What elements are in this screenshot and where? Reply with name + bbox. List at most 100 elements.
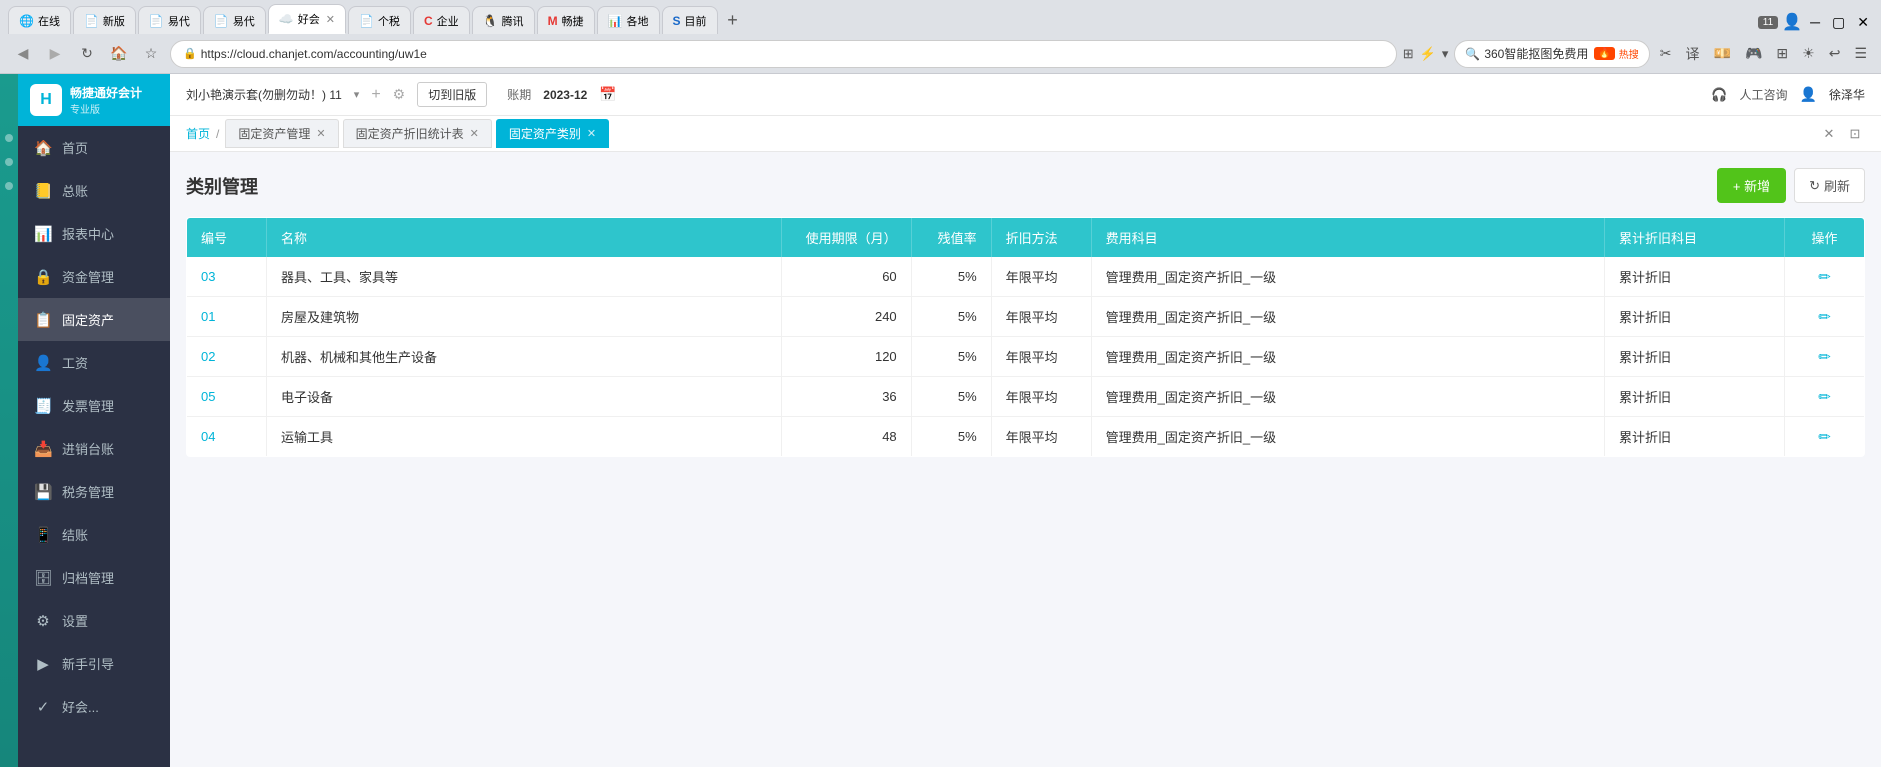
browser-profile-icon[interactable]: 👤 (1782, 12, 1802, 32)
edit-icon-1[interactable]: ✏ (1818, 309, 1831, 326)
cell-action-2[interactable]: ✏ (1785, 337, 1865, 377)
cell-method-0: 年限平均 (991, 257, 1091, 297)
user-info: 刘小艳演示套(勿删勿动！) 11 (186, 86, 342, 103)
sidebar-item-guide[interactable]: ▶ 新手引导 (18, 642, 170, 685)
close-tab-mgmt-icon[interactable]: ✕ (316, 127, 325, 140)
extension-btn[interactable]: ⚡ (1420, 46, 1436, 62)
col-header-method: 折旧方法 (991, 218, 1091, 258)
edge-indicator-1 (5, 134, 13, 142)
address-down-btn[interactable]: ▾ (1442, 46, 1449, 62)
browser-minimize-btn[interactable]: ─ (1806, 14, 1824, 30)
sidebar-item-report[interactable]: 📊 报表中心 (18, 212, 170, 255)
sidebar-item-close[interactable]: 📱 结账 (18, 513, 170, 556)
brand-sub: 专业版 (70, 101, 142, 116)
edit-icon-4[interactable]: ✏ (1818, 429, 1831, 446)
settings-gear-icon[interactable]: ⚙ (393, 86, 406, 103)
cell-method-3: 年限平均 (991, 377, 1091, 417)
translate-btn[interactable]: 译 (1682, 42, 1704, 66)
cell-action-0[interactable]: ✏ (1785, 257, 1865, 297)
edit-icon-2[interactable]: ✏ (1818, 349, 1831, 366)
sidebar-item-salary[interactable]: 👤 工资 (18, 341, 170, 384)
game-btn[interactable]: 🎮 (1741, 43, 1766, 64)
sidebar-item-invoice[interactable]: 🧾 发票管理 (18, 384, 170, 427)
bookmark-btn[interactable]: ☆ (138, 41, 164, 67)
cell-action-4[interactable]: ✏ (1785, 417, 1865, 457)
cell-name-0: 器具、工具、家具等 (267, 257, 782, 297)
browser-tab-6[interactable]: 📄 个税 (348, 6, 411, 34)
add-btn[interactable]: + 新增 (1717, 168, 1786, 203)
page-tab-bar: 首页 / 固定资产管理 ✕ 固定资产折旧统计表 ✕ 固定资产类别 ✕ ✕ ⊡ (170, 116, 1881, 152)
undo-btn[interactable]: ↩ (1825, 43, 1845, 64)
browser-maximize-btn[interactable]: ▢ (1828, 14, 1849, 31)
sidebar-item-home[interactable]: 🏠 首页 (18, 126, 170, 169)
col-header-rate: 残值率 (911, 218, 991, 258)
switch-version-btn[interactable]: 切到旧版 (417, 82, 487, 107)
salary-icon: 👤 (34, 354, 52, 372)
category-table: 编号 名称 使用期限（月） 残值率 折旧方法 费用科目 累计折旧科目 操作 03… (186, 217, 1865, 457)
search-box[interactable]: 🔍 360智能抠图免费用 🔥 热搜 (1454, 40, 1649, 68)
chanjet-icon: ✓ (34, 698, 52, 716)
sidebar-item-purchase[interactable]: 📥 进销台账 (18, 427, 170, 470)
forward-btn[interactable]: ▶ (42, 41, 68, 67)
currency-btn[interactable]: 💴 (1710, 43, 1735, 64)
browser-tab-7[interactable]: C 企业 (413, 6, 470, 34)
cell-action-1[interactable]: ✏ (1785, 297, 1865, 337)
address-input[interactable]: 🔒 https://cloud.chanjet.com/accounting/u… (170, 40, 1397, 68)
sidebar-item-fund[interactable]: 🔒 资金管理 (18, 255, 170, 298)
inner-maximize-icon[interactable]: ⊡ (1845, 124, 1865, 144)
browser-tab-10[interactable]: 📊 各地 (597, 6, 660, 34)
tab-fixed-asset-category[interactable]: 固定资产类别 ✕ (496, 119, 609, 148)
site-info-btn[interactable]: ⊞ (1403, 46, 1414, 62)
page-title: 类别管理 (186, 173, 258, 199)
sidebar-item-settings[interactable]: ⚙ 设置 (18, 599, 170, 642)
browser-tab-3[interactable]: 📄 易代 (138, 6, 201, 34)
edit-icon-3[interactable]: ✏ (1818, 389, 1831, 406)
period-value: 2023-12 (543, 88, 587, 102)
sidebar-item-chanjet[interactable]: ✓ 好会... (18, 685, 170, 728)
new-tab-button[interactable]: + (720, 7, 746, 33)
browser-tab-4[interactable]: 📄 易代 (203, 6, 266, 34)
refresh-btn[interactable]: ↻ 刷新 (1794, 168, 1865, 203)
browser-close-btn[interactable]: ✕ (1853, 14, 1873, 31)
close-tab-stats-icon[interactable]: ✕ (470, 127, 479, 140)
sidebar-item-tax[interactable]: 💾 税务管理 (18, 470, 170, 513)
breadcrumb-home-link[interactable]: 首页 (186, 125, 210, 142)
main-content: 刘小艳演示套(勿删勿动！) 11 ▾ + ⚙ 切到旧版 账期 2023-12 📅… (170, 74, 1881, 767)
cell-accum-1: 累计折旧 (1605, 297, 1785, 337)
support-label[interactable]: 人工咨询 (1740, 86, 1788, 103)
browser-tab-2[interactable]: 📄 新版 (73, 6, 136, 34)
left-edge-strip (0, 74, 18, 767)
browser-tab-1[interactable]: 🌐 在线 (8, 6, 71, 34)
home-btn[interactable]: 🏠 (106, 41, 132, 67)
browser-tab-5-active[interactable]: ☁️ 好会 ✕ (268, 4, 346, 34)
tab-depreciation-stats[interactable]: 固定资产折旧统计表 ✕ (343, 119, 492, 148)
browser-tab-8[interactable]: 🐧 腾讯 (472, 6, 535, 34)
sidebar-item-ledger[interactable]: 📒 总账 (18, 169, 170, 212)
back-btn[interactable]: ◀ (10, 41, 36, 67)
sidebar-item-archive[interactable]: 🗄 归档管理 (18, 556, 170, 599)
cell-action-3[interactable]: ✏ (1785, 377, 1865, 417)
brightness-btn[interactable]: ☀ (1798, 43, 1819, 64)
cell-rate-0: 5% (911, 257, 991, 297)
reload-btn[interactable]: ↻ (74, 41, 100, 67)
cell-expense-2: 管理费用_固定资产折旧_一级 (1091, 337, 1604, 377)
sidebar-item-fixed-asset[interactable]: 📋 固定资产 (18, 298, 170, 341)
cell-rate-1: 5% (911, 297, 991, 337)
edge-indicator-3 (5, 182, 13, 190)
edit-icon-0[interactable]: ✏ (1818, 269, 1831, 286)
browser-tab-11[interactable]: S 目前 (662, 6, 718, 34)
grid-btn[interactable]: ⊞ (1772, 43, 1792, 64)
inner-close-icon[interactable]: ✕ (1819, 124, 1839, 144)
user-dropdown-icon[interactable]: ▾ (354, 88, 360, 101)
cell-method-1: 年限平均 (991, 297, 1091, 337)
cell-accum-2: 累计折旧 (1605, 337, 1785, 377)
browser-tab-9[interactable]: M 畅捷 (537, 6, 595, 34)
close-tab-icon[interactable]: ✕ (326, 13, 335, 26)
close-tab-category-icon[interactable]: ✕ (587, 127, 596, 140)
menu-btn[interactable]: ☰ (1850, 43, 1871, 64)
tab-fixed-asset-mgmt[interactable]: 固定资产管理 ✕ (225, 119, 338, 148)
add-account-btn[interactable]: + (371, 86, 380, 104)
cell-expense-3: 管理费用_固定资产折旧_一级 (1091, 377, 1604, 417)
calendar-icon[interactable]: 📅 (599, 86, 616, 103)
cut-btn[interactable]: ✂ (1656, 43, 1676, 64)
